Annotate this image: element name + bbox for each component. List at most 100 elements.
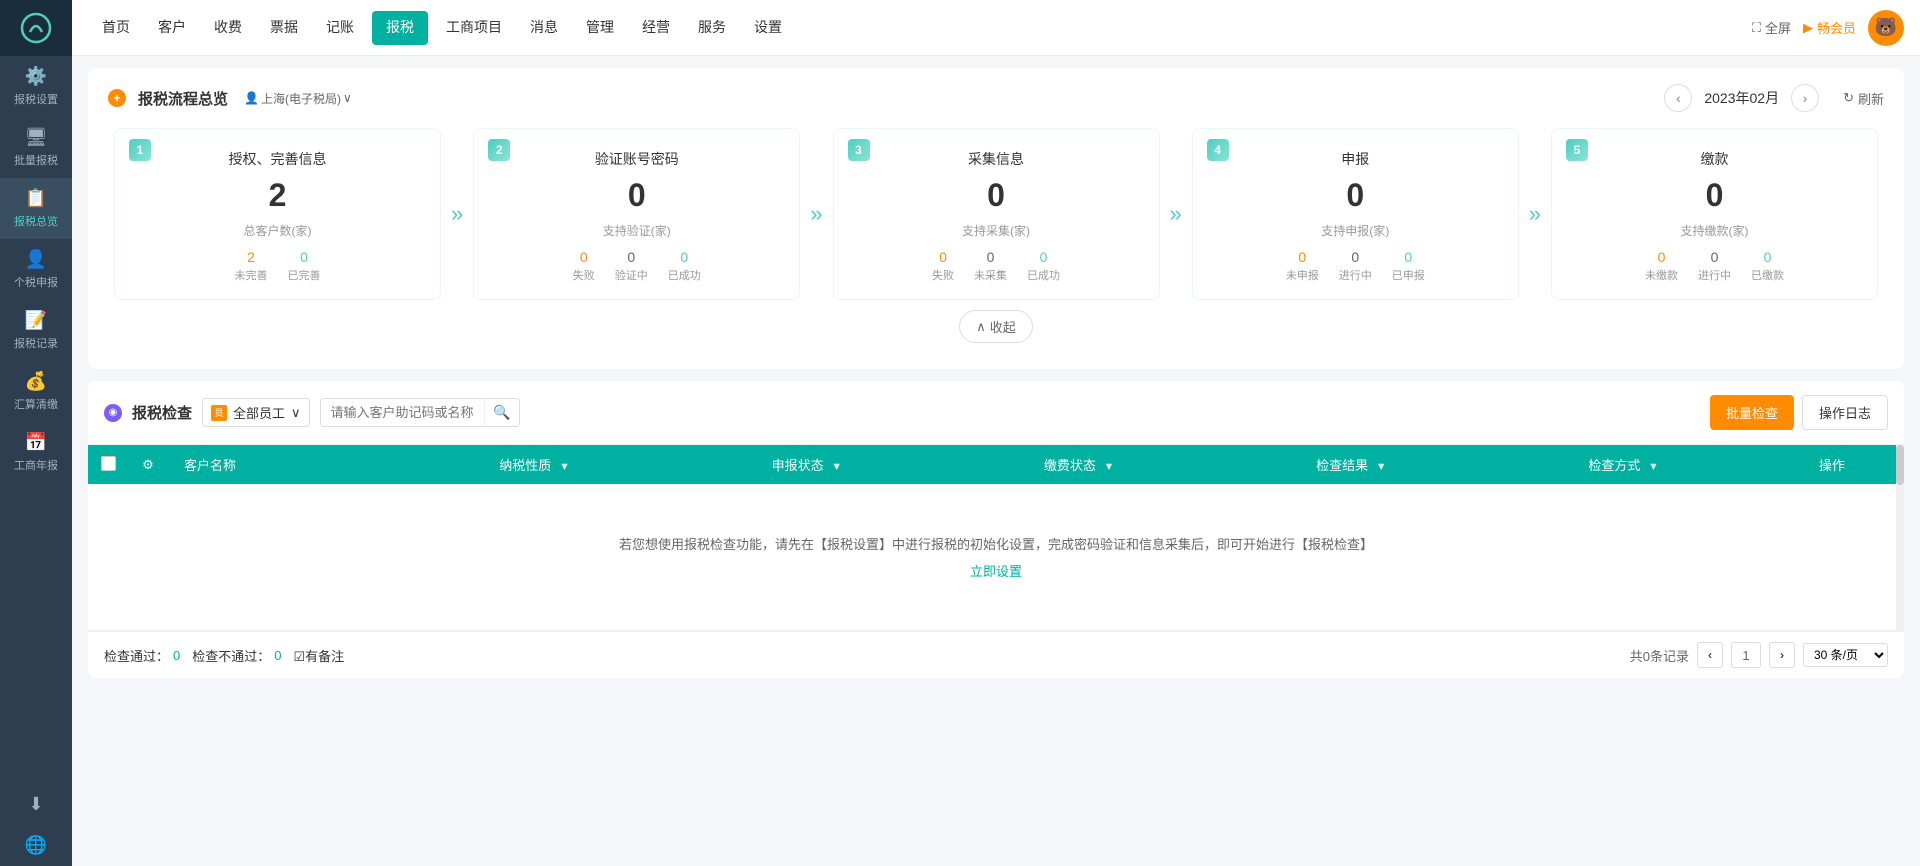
nav-item-services[interactable]: 服务 <box>684 0 740 56</box>
step-1-sub: 总客户数(家) <box>135 222 420 239</box>
step-4-num: 4 <box>1207 139 1229 161</box>
search-input[interactable] <box>321 400 485 425</box>
nav-item-tax[interactable]: 报税 <box>372 11 428 45</box>
tax-nature-filter-icon[interactable]: ▼ <box>559 461 570 473</box>
step-3-stats: 0 失败 0 未采集 0 已成功 <box>854 249 1139 283</box>
collapse-button[interactable]: ∧ 收起 <box>959 310 1033 343</box>
declaration-filter-icon[interactable]: ▼ <box>831 461 842 473</box>
step-3-stat-1: 0 未采集 <box>974 249 1007 283</box>
per-page-select[interactable]: 30 条/页 50 条/页 100 条/页 <box>1803 643 1888 667</box>
nav-item-management[interactable]: 管理 <box>572 0 628 56</box>
sidebar-item-download[interactable]: ⬇ <box>0 784 72 825</box>
nav-item-business[interactable]: 工商项目 <box>432 0 516 56</box>
empty-state: 若您想使用报税检查功能，请先在【报税设置】中进行报税的初始化设置，完成密码验证和… <box>100 494 1892 620</box>
check-method-filter-icon[interactable]: ▼ <box>1648 461 1659 473</box>
step-3-stat-0: 0 失败 <box>932 249 954 283</box>
step-5-title: 缴款 <box>1572 149 1857 169</box>
sidebar-item-annual-report[interactable]: 📅 工商年报 <box>0 422 72 483</box>
check-result-filter-icon[interactable]: ▼ <box>1376 461 1387 473</box>
annual-report-icon: 📅 <box>25 432 47 453</box>
step-5-count: 0 <box>1572 177 1857 214</box>
step-4-count: 0 <box>1213 177 1498 214</box>
step-5-stats: 0 未缴款 0 进行中 0 已缴款 <box>1572 249 1857 283</box>
pass-count-link[interactable]: 0 <box>173 648 180 663</box>
download-icon: ⬇ <box>28 794 43 815</box>
step-3-num: 3 <box>848 139 870 161</box>
scroll-thumb[interactable] <box>1896 445 1904 485</box>
sidebar-item-tax-records[interactable]: 📝 报税记录 <box>0 300 72 361</box>
globe-icon: 🌐 <box>25 835 47 856</box>
month-nav: ‹ 2023年02月 › <box>1664 84 1819 112</box>
declaration-status-header: 申报状态 ▼ <box>671 445 943 484</box>
step-2-stat-1: 0 验证中 <box>615 249 648 283</box>
tax-nature-header: 纳税性质 ▼ <box>398 445 670 484</box>
step-3-title: 采集信息 <box>854 149 1139 169</box>
check-title: 报税检查 <box>132 402 192 423</box>
step-2-sub: 支持验证(家) <box>494 222 779 239</box>
personal-tax-icon: 👤 <box>25 249 47 270</box>
sidebar-item-tax-settings[interactable]: ⚙️ 报税设置 <box>0 56 72 117</box>
table-header: ⚙ 客户名称 纳税性质 ▼ 申报状态 ▼ <box>88 445 1904 484</box>
step-1-stats: 2 未完善 0 已完善 <box>135 249 420 283</box>
app-logo <box>0 0 72 56</box>
step-3-count: 0 <box>854 177 1139 214</box>
nav-item-messages[interactable]: 消息 <box>516 0 572 56</box>
scroll-track[interactable] <box>1896 445 1904 631</box>
sidebar-item-settlement[interactable]: 💰 汇算清缴 <box>0 361 72 422</box>
sidebar-item-batch-tax[interactable]: 🖥 批量报税 <box>0 117 72 178</box>
main-area: 首页 客户 收费 票据 记账 报税 工商项目 消息 管理 经营 服务 设置 ⛶ … <box>72 0 1920 866</box>
batch-check-button[interactable]: 批量检查 <box>1710 395 1794 430</box>
fail-count-link[interactable]: 0 <box>274 648 281 663</box>
location-selector[interactable]: 👤 上海(电子税局) ∨ <box>244 90 352 107</box>
table-footer: 检查通过： 0 检查不通过： 0 ☑有备注 共0条记录 ‹ 1 › 30 条/页 <box>88 631 1904 678</box>
tax-overview-icon: 📋 <box>25 188 47 209</box>
nav-item-operations[interactable]: 经营 <box>628 0 684 56</box>
sidebar-item-personal-tax[interactable]: 👤 个税申报 <box>0 239 72 300</box>
setup-link[interactable]: 立即设置 <box>970 561 1022 580</box>
pagination: 共0条记录 ‹ 1 › 30 条/页 50 条/页 100 条/页 <box>1630 642 1888 668</box>
operation-log-button[interactable]: 操作日志 <box>1802 395 1888 430</box>
settings-column-header: ⚙ <box>128 445 168 484</box>
prev-month-button[interactable]: ‹ <box>1664 84 1692 112</box>
step-2-count: 0 <box>494 177 779 214</box>
next-month-button[interactable]: › <box>1791 84 1819 112</box>
search-box: 🔍 <box>320 398 520 427</box>
step-arrow-2: » <box>806 201 826 227</box>
fullscreen-button[interactable]: ⛶ 全屏 <box>1752 18 1791 37</box>
step-arrow-3: » <box>1166 201 1186 227</box>
step-4-stat-2: 0 已申报 <box>1392 249 1425 283</box>
column-settings-icon[interactable]: ⚙ <box>142 457 154 472</box>
payment-filter-icon[interactable]: ▼ <box>1103 461 1114 473</box>
nav-item-invoices[interactable]: 票据 <box>256 0 312 56</box>
user-avatar[interactable]: 🐻 <box>1868 10 1904 46</box>
select-all-checkbox[interactable] <box>101 456 116 471</box>
nav-item-settings[interactable]: 设置 <box>740 0 796 56</box>
employee-filter-dropdown[interactable]: 员 全部员工 ∨ <box>202 398 310 427</box>
top-nav: 首页 客户 收费 票据 记账 报税 工商项目 消息 管理 经营 服务 设置 ⛶ … <box>72 0 1920 56</box>
sidebar-item-globe[interactable]: 🌐 <box>0 825 72 866</box>
check-header-right: 批量检查 操作日志 <box>1710 395 1888 430</box>
note-stat: ☑有备注 <box>294 646 345 665</box>
step-5-stat-1: 0 进行中 <box>1698 249 1731 283</box>
nav-item-fees[interactable]: 收费 <box>200 0 256 56</box>
next-page-button[interactable]: › <box>1769 642 1795 668</box>
process-title-icon: + <box>108 89 126 107</box>
nav-item-clients[interactable]: 客户 <box>144 0 200 56</box>
check-result-header: 检查结果 ▼ <box>1215 445 1487 484</box>
nav-item-home[interactable]: 首页 <box>88 0 144 56</box>
step-4-stat-0: 0 未申报 <box>1286 249 1319 283</box>
sidebar-bottom: ⬇ 🌐 <box>0 784 72 866</box>
prev-page-button[interactable]: ‹ <box>1697 642 1723 668</box>
empty-state-row: 若您想使用报税检查功能，请先在【报税设置】中进行报税的初始化设置，完成密码验证和… <box>88 484 1904 631</box>
step-4-stats: 0 未申报 0 进行中 0 已申报 <box>1213 249 1498 283</box>
refresh-button[interactable]: ↻ 刷新 <box>1843 89 1884 108</box>
sidebar-item-tax-overview[interactable]: 📋 报税总览 <box>0 178 72 239</box>
vip-button[interactable]: ▶ 畅会员 <box>1803 18 1856 37</box>
step-1-stat-0: 2 未完善 <box>235 249 268 283</box>
search-button[interactable]: 🔍 <box>484 399 518 426</box>
tax-check-table: ⚙ 客户名称 纳税性质 ▼ 申报状态 ▼ <box>88 445 1904 631</box>
step-arrow-1: » <box>447 201 467 227</box>
step-2-stats: 0 失败 0 验证中 0 已成功 <box>494 249 779 283</box>
nav-item-accounting[interactable]: 记账 <box>312 0 368 56</box>
fullscreen-icon: ⛶ <box>1752 20 1761 36</box>
